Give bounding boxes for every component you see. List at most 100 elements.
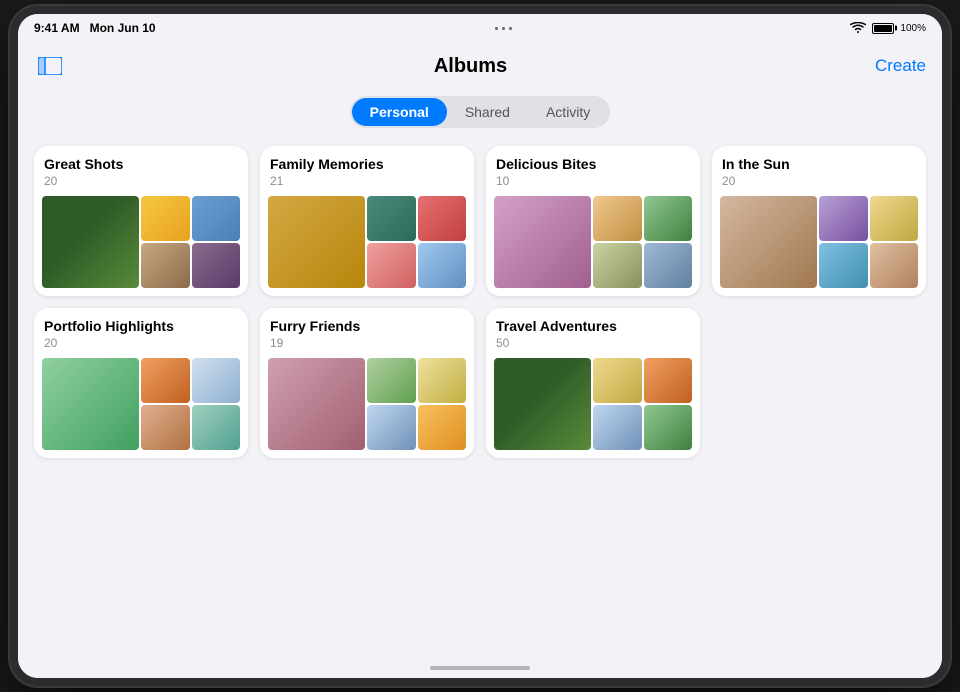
photo-top-right-2 bbox=[192, 196, 241, 241]
album-card[interactable]: Travel Adventures 50 bbox=[486, 308, 700, 458]
photo-bottom-right-2 bbox=[192, 243, 241, 288]
album-header: Travel Adventures 50 bbox=[486, 308, 700, 354]
battery-fill bbox=[874, 25, 892, 32]
photo-top-right-2 bbox=[418, 196, 467, 241]
home-indicator bbox=[18, 658, 942, 678]
photo-bottom-right-1 bbox=[593, 405, 642, 450]
photo-main bbox=[268, 358, 365, 450]
home-bar bbox=[430, 666, 530, 670]
album-title: Great Shots bbox=[44, 156, 238, 173]
album-card[interactable]: Delicious Bites 10 bbox=[486, 146, 700, 296]
ipad-screen: 9:41 AM Mon Jun 10 100% bbox=[18, 14, 942, 678]
photo-bottom-right-2 bbox=[870, 243, 919, 288]
photo-main bbox=[42, 196, 139, 288]
dot2 bbox=[502, 27, 505, 30]
photo-main bbox=[268, 196, 365, 288]
album-header: Portfolio Highlights 20 bbox=[34, 308, 248, 354]
album-photos bbox=[260, 192, 474, 296]
album-count: 20 bbox=[722, 174, 916, 188]
photo-bottom-right-2 bbox=[644, 243, 693, 288]
time-text: 9:41 AM bbox=[34, 21, 80, 35]
tab-pill-container: Personal Shared Activity bbox=[350, 96, 611, 128]
photo-main bbox=[494, 196, 591, 288]
photo-grid bbox=[42, 358, 240, 450]
album-title: Portfolio Highlights bbox=[44, 318, 238, 335]
wifi-icon bbox=[850, 22, 866, 34]
photo-bottom-right-1 bbox=[367, 243, 416, 288]
album-header: Great Shots 20 bbox=[34, 146, 248, 192]
album-header: Family Memories 21 bbox=[260, 146, 474, 192]
album-count: 20 bbox=[44, 336, 238, 350]
dot3 bbox=[509, 27, 512, 30]
status-time: 9:41 AM Mon Jun 10 bbox=[34, 21, 156, 35]
page-title: Albums bbox=[66, 55, 875, 78]
dot1 bbox=[495, 27, 498, 30]
album-count: 20 bbox=[44, 174, 238, 188]
main-content: Great Shots 20 Family Memories 21 bbox=[18, 138, 942, 658]
album-title: In the Sun bbox=[722, 156, 916, 173]
photo-bottom-right-1 bbox=[593, 243, 642, 288]
photo-top-right-2 bbox=[192, 358, 241, 403]
album-header: Delicious Bites 10 bbox=[486, 146, 700, 192]
album-card[interactable]: In the Sun 20 bbox=[712, 146, 926, 296]
status-bar: 9:41 AM Mon Jun 10 100% bbox=[18, 14, 942, 42]
status-center bbox=[495, 27, 512, 30]
photo-bottom-right-1 bbox=[141, 243, 190, 288]
battery-icon bbox=[872, 23, 894, 34]
album-card[interactable]: Furry Friends 19 bbox=[260, 308, 474, 458]
tab-activity[interactable]: Activity bbox=[528, 98, 608, 126]
albums-grid: Great Shots 20 Family Memories 21 bbox=[34, 146, 926, 458]
album-card[interactable]: Portfolio Highlights 20 bbox=[34, 308, 248, 458]
sidebar-icon bbox=[38, 57, 62, 75]
photo-top-right-1 bbox=[141, 196, 190, 241]
date-text: Mon Jun 10 bbox=[90, 21, 156, 35]
photo-grid bbox=[268, 196, 466, 288]
photo-bottom-right-2 bbox=[644, 405, 693, 450]
photo-top-right-2 bbox=[870, 196, 919, 241]
tab-personal[interactable]: Personal bbox=[352, 98, 447, 126]
photo-main bbox=[494, 358, 591, 450]
album-photos bbox=[260, 354, 474, 458]
photo-bottom-right-1 bbox=[141, 405, 190, 450]
photo-bottom-right-1 bbox=[819, 243, 868, 288]
album-title: Family Memories bbox=[270, 156, 464, 173]
photo-top-right-2 bbox=[644, 196, 693, 241]
album-title: Delicious Bites bbox=[496, 156, 690, 173]
album-photos bbox=[486, 192, 700, 296]
photo-top-right-1 bbox=[593, 358, 642, 403]
status-right: 100% bbox=[850, 22, 926, 34]
album-title: Furry Friends bbox=[270, 318, 464, 335]
photo-grid bbox=[42, 196, 240, 288]
album-photos bbox=[486, 354, 700, 458]
create-button[interactable]: Create bbox=[875, 56, 926, 76]
album-header: Furry Friends 19 bbox=[260, 308, 474, 354]
sidebar-toggle-button[interactable] bbox=[34, 50, 66, 82]
ipad-frame: 9:41 AM Mon Jun 10 100% bbox=[10, 6, 950, 686]
photo-top-right-1 bbox=[141, 358, 190, 403]
album-header: In the Sun 20 bbox=[712, 146, 926, 192]
album-count: 50 bbox=[496, 336, 690, 350]
album-title: Travel Adventures bbox=[496, 318, 690, 335]
album-photos bbox=[712, 192, 926, 296]
photo-top-right-2 bbox=[644, 358, 693, 403]
photo-top-right-1 bbox=[819, 196, 868, 241]
photo-bottom-right-1 bbox=[367, 405, 416, 450]
album-photos bbox=[34, 354, 248, 458]
album-count: 10 bbox=[496, 174, 690, 188]
album-count: 19 bbox=[270, 336, 464, 350]
photo-bottom-right-2 bbox=[192, 405, 241, 450]
tab-bar: Personal Shared Activity bbox=[18, 90, 942, 138]
tab-shared[interactable]: Shared bbox=[447, 98, 528, 126]
photo-top-right-1 bbox=[367, 358, 416, 403]
photo-grid bbox=[494, 196, 692, 288]
photo-top-right-2 bbox=[418, 358, 467, 403]
album-card[interactable]: Family Memories 21 bbox=[260, 146, 474, 296]
photo-main bbox=[720, 196, 817, 288]
photo-grid bbox=[268, 358, 466, 450]
photo-top-right-1 bbox=[593, 196, 642, 241]
album-card[interactable]: Great Shots 20 bbox=[34, 146, 248, 296]
album-count: 21 bbox=[270, 174, 464, 188]
battery-label: 100% bbox=[900, 23, 926, 34]
photo-top-right-1 bbox=[367, 196, 416, 241]
photo-main bbox=[42, 358, 139, 450]
